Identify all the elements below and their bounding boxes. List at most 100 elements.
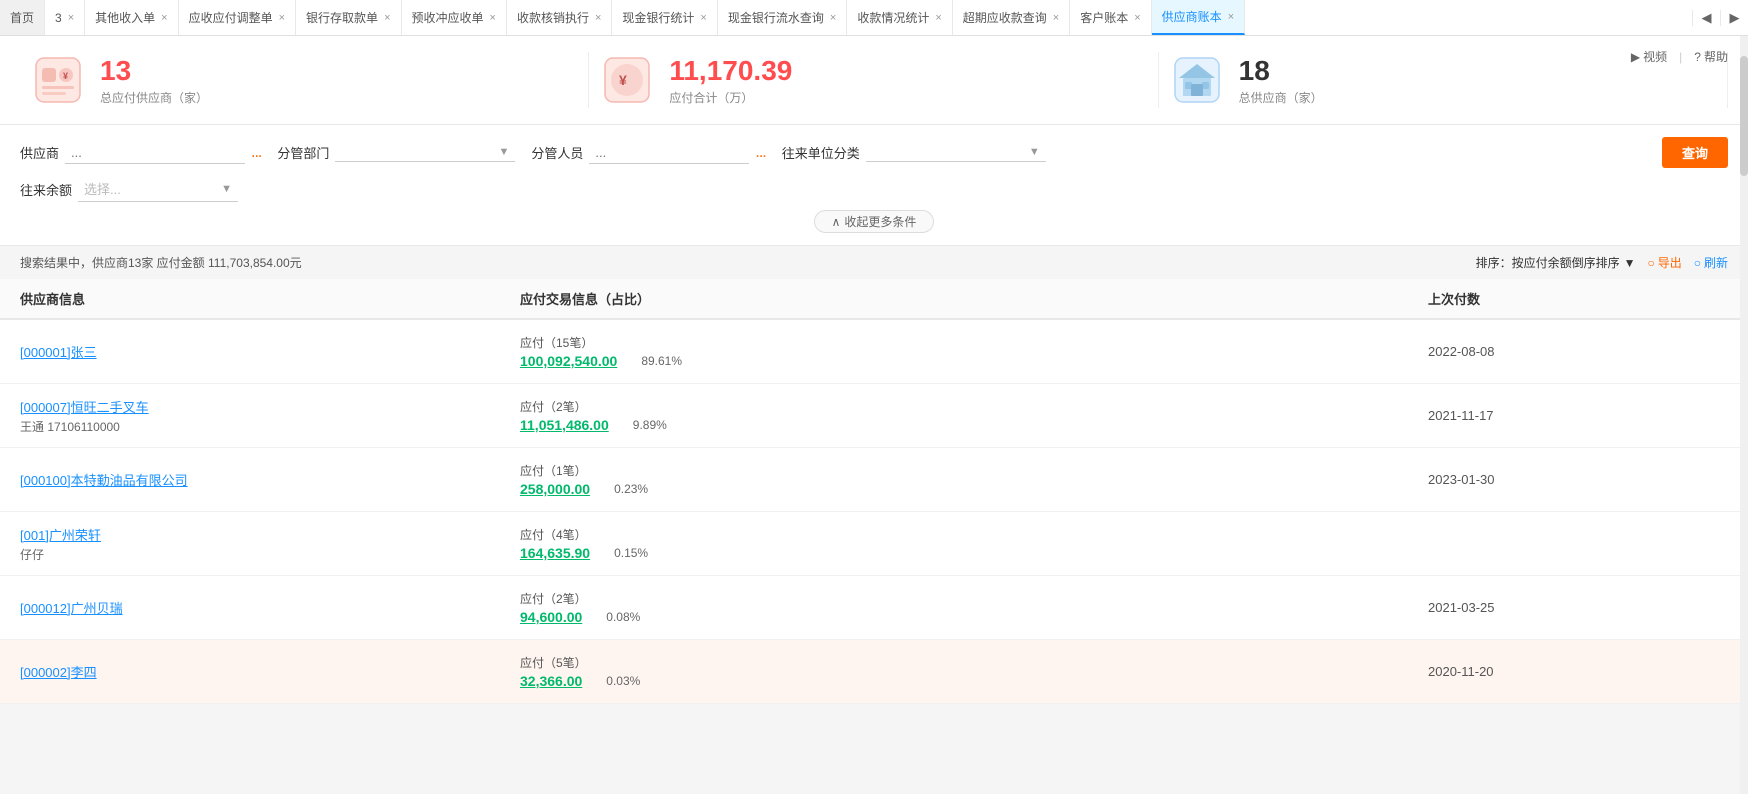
nav-tab-collection-exec[interactable]: 收款核销执行 × bbox=[507, 0, 612, 35]
nav-tab-advance-receipt[interactable]: 预收冲应收单 × bbox=[402, 0, 507, 35]
nav-arrows: ◀ ▶ bbox=[1692, 10, 1748, 26]
supplier-link-3[interactable]: [001]广州荣轩 bbox=[20, 528, 101, 543]
close-icon[interactable]: × bbox=[595, 12, 601, 24]
collapse-button[interactable]: ∧ 收起更多条件 bbox=[814, 210, 934, 233]
help-link[interactable]: ? 帮助 bbox=[1694, 48, 1728, 65]
balance-select-value: 选择... bbox=[84, 179, 217, 198]
total-suppliers-number: 18 bbox=[1239, 54, 1323, 88]
balance-select[interactable]: 选择... ▼ bbox=[78, 176, 238, 202]
supplier-link-4[interactable]: [000012]广州贝瑞 bbox=[20, 601, 123, 616]
trans-cell-0: 应付（15笔） 100,092,540.00 89.61% bbox=[520, 334, 1428, 369]
nav-tab-overdue-ar[interactable]: 超期应收款查询 × bbox=[953, 0, 1070, 35]
trans-label-1: 应付（2笔） bbox=[520, 398, 1428, 415]
trans-amount-2[interactable]: 258,000.00 bbox=[520, 481, 590, 497]
supplier-dots-button[interactable]: ... bbox=[251, 144, 261, 162]
filter-dept: 分管部门 ▼ bbox=[277, 143, 515, 162]
sort-label: 排序：按应付余额倒序排序 bbox=[1476, 254, 1620, 271]
dept-select[interactable]: ▼ bbox=[335, 143, 515, 162]
supplier-cell-1: [000007]恒旺二手叉车 王通 17106110000 bbox=[20, 397, 520, 435]
export-button[interactable]: ○ 导出 bbox=[1647, 254, 1681, 271]
supplier-input[interactable] bbox=[65, 142, 245, 164]
video-link[interactable]: ▶ 视频 bbox=[1631, 48, 1667, 65]
last-pay-value-4: 2021-03-25 bbox=[1428, 600, 1495, 615]
nav-tab-collection-exec-label: 收款核销执行 bbox=[517, 9, 589, 26]
person-input[interactable] bbox=[589, 142, 749, 164]
trans-amount-5[interactable]: 32,366.00 bbox=[520, 673, 582, 689]
payable-suppliers-number: 13 bbox=[100, 54, 208, 88]
supplier-link-0[interactable]: [000001]张三 bbox=[20, 345, 97, 360]
nav-tab-bank-deposit-label: 银行存取款单 bbox=[306, 9, 378, 26]
close-icon[interactable]: × bbox=[1228, 11, 1234, 23]
nav-tab-advance-receipt-label: 预收冲应收单 bbox=[412, 9, 484, 26]
query-button[interactable]: 查询 bbox=[1662, 137, 1728, 168]
total-suppliers-label: 总供应商（家） bbox=[1239, 89, 1323, 106]
trans-cell-2: 应付（1笔） 258,000.00 0.23% bbox=[520, 462, 1428, 497]
payable-total-number: 11,170.39 bbox=[669, 54, 792, 88]
nav-tab-customer-ledger[interactable]: 客户账本 × bbox=[1070, 0, 1151, 35]
nav-tab-customer-ledger-label: 客户账本 bbox=[1080, 9, 1128, 26]
trans-amount-0[interactable]: 100,092,540.00 bbox=[520, 353, 617, 369]
trans-amount-1[interactable]: 11,051,486.00 bbox=[520, 417, 609, 433]
scrollbar[interactable] bbox=[1740, 36, 1748, 794]
supplier-link-5[interactable]: [000002]李四 bbox=[20, 665, 97, 680]
close-icon[interactable]: × bbox=[1134, 12, 1140, 24]
close-icon[interactable]: × bbox=[68, 12, 74, 24]
nav-tab-home[interactable]: 首页 bbox=[0, 0, 45, 35]
result-bar: 搜索结果中，供应商13家 应付金额 111,703,854.00元 排序：按应付… bbox=[0, 246, 1748, 279]
supplier-link-2[interactable]: [000100]本特勤油品有限公司 bbox=[20, 473, 188, 488]
table-header: 供应商信息 应付交易信息（占比） 上次付数 bbox=[0, 279, 1748, 320]
nav-tab-supplier-ledger[interactable]: 供应商账本 × bbox=[1152, 0, 1245, 35]
category-select[interactable]: ▼ bbox=[866, 143, 1046, 162]
close-icon[interactable]: × bbox=[384, 12, 390, 24]
col-header-trans: 应付交易信息（占比） bbox=[520, 289, 1428, 308]
nav-tab-3[interactable]: 3 × bbox=[45, 0, 85, 35]
table-row: [000007]恒旺二手叉车 王通 17106110000 应付（2笔） 11,… bbox=[0, 384, 1748, 448]
filter-person: 分管人员 ... bbox=[531, 142, 765, 164]
scrollbar-thumb[interactable] bbox=[1740, 56, 1748, 176]
supplier-cell-0: [000001]张三 bbox=[20, 342, 520, 361]
supplier-cell-3: [001]广州荣轩 仔仔 bbox=[20, 525, 520, 563]
stat-card-1-content: 13 总应付供应商（家） bbox=[100, 54, 208, 107]
total-suppliers-icon bbox=[1169, 52, 1225, 108]
stat-card-payable-suppliers: ¥ 13 总应付供应商（家） bbox=[20, 52, 589, 108]
play-icon: ▶ bbox=[1631, 50, 1640, 64]
export-icon: ○ bbox=[1647, 256, 1654, 270]
close-icon[interactable]: × bbox=[830, 12, 836, 24]
close-icon[interactable]: × bbox=[161, 12, 167, 24]
col-header-supplier: 供应商信息 bbox=[20, 289, 520, 308]
nav-tab-other-income-label: 其他收入单 bbox=[95, 9, 155, 26]
last-pay-value-1: 2021-11-17 bbox=[1428, 408, 1494, 423]
nav-tab-other-income[interactable]: 其他收入单 × bbox=[85, 0, 178, 35]
supplier-link-1[interactable]: [000007]恒旺二手叉车 bbox=[20, 400, 149, 415]
nav-tab-collection-stats[interactable]: 收款情况统计 × bbox=[847, 0, 952, 35]
trans-amount-3[interactable]: 164,635.90 bbox=[520, 545, 590, 561]
refresh-button[interactable]: ○ 刷新 bbox=[1694, 254, 1728, 271]
close-icon[interactable]: × bbox=[1053, 12, 1059, 24]
close-icon[interactable]: × bbox=[279, 12, 285, 24]
nav-tab-home-label: 首页 bbox=[10, 9, 34, 26]
close-icon[interactable]: × bbox=[935, 12, 941, 24]
supplier-table: 供应商信息 应付交易信息（占比） 上次付数 [000001]张三 应付（15笔）… bbox=[0, 279, 1748, 704]
payable-suppliers-label: 总应付供应商（家） bbox=[100, 89, 208, 106]
question-icon: ? bbox=[1694, 50, 1701, 64]
help-links: ▶ 视频 | ? 帮助 bbox=[1631, 48, 1728, 65]
supplier-cell-2: [000100]本特勤油品有限公司 bbox=[20, 470, 520, 489]
stat-cards-area: ¥ 13 总应付供应商（家） ¥ 11,170.39 应付合计（万） bbox=[0, 36, 1748, 125]
chevron-down-icon: ▼ bbox=[221, 183, 232, 195]
nav-left-arrow[interactable]: ◀ bbox=[1692, 10, 1720, 26]
sort-select[interactable]: 排序：按应付余额倒序排序 ▼ bbox=[1476, 254, 1636, 271]
stat-card-3-content: 18 总供应商（家） bbox=[1239, 54, 1323, 107]
nav-tab-bank-deposit[interactable]: 银行存取款单 × bbox=[296, 0, 401, 35]
nav-tab-cash-bank-stats-label: 现金银行统计 bbox=[622, 9, 694, 26]
close-icon[interactable]: × bbox=[700, 12, 706, 24]
trans-amount-4[interactable]: 94,600.00 bbox=[520, 609, 582, 625]
trans-label-5: 应付（5笔） bbox=[520, 654, 1428, 671]
filter-category: 往来单位分类 ▼ bbox=[782, 143, 1046, 162]
nav-right-arrow[interactable]: ▶ bbox=[1720, 10, 1748, 26]
nav-tab-cash-bank-flow[interactable]: 现金银行流水查询 × bbox=[718, 0, 847, 35]
person-dots-button[interactable]: ... bbox=[755, 144, 765, 162]
nav-tab-cash-bank-stats[interactable]: 现金银行统计 × bbox=[612, 0, 717, 35]
close-icon[interactable]: × bbox=[490, 12, 496, 24]
svg-text:¥: ¥ bbox=[619, 72, 627, 88]
nav-tab-ar-ap-adjust[interactable]: 应收应付调整单 × bbox=[179, 0, 296, 35]
